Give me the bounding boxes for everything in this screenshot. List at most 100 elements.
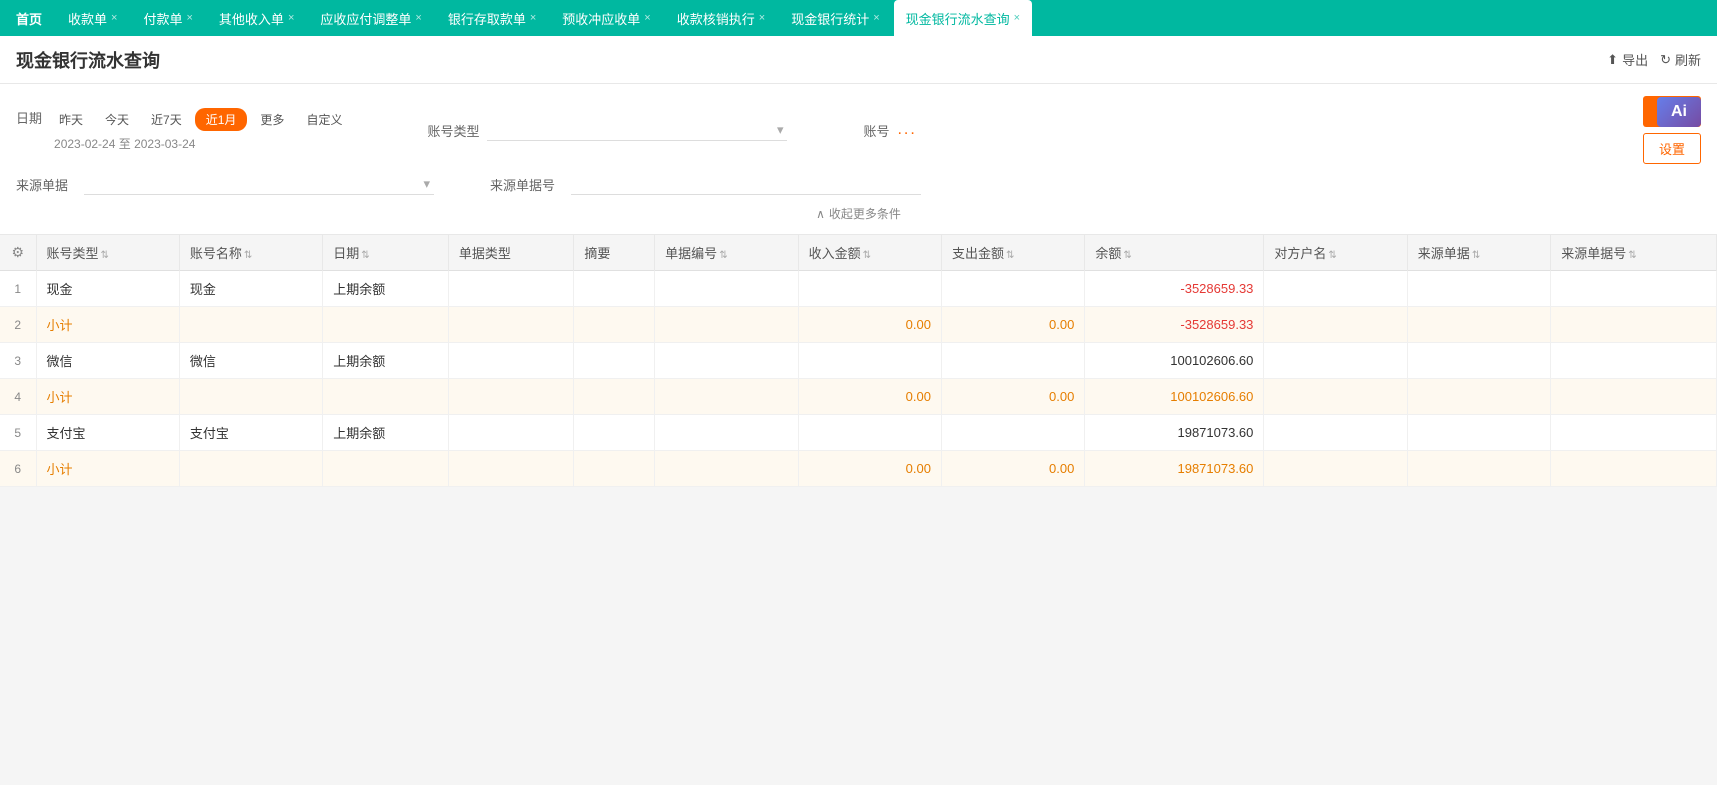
close-icon[interactable]: ×	[644, 12, 650, 24]
date-btn-7days[interactable]: 近7天	[142, 108, 191, 131]
close-icon[interactable]: ×	[186, 12, 192, 24]
sort-icon: ⇅	[361, 250, 369, 261]
table-row[interactable]: 4 小计 0.00 0.00 100102606.60	[0, 379, 1717, 415]
col-expense[interactable]: 支出金额⇅	[941, 235, 1084, 271]
cell-doc-no	[655, 379, 798, 415]
nav-tab-other-income[interactable]: 其他收入单 ×	[207, 0, 306, 36]
page-title: 现金银行流水查询	[16, 47, 160, 73]
cell-account-name	[179, 451, 322, 487]
account-type-label: 账号类型	[427, 121, 479, 140]
cell-balance: 100102606.60	[1085, 343, 1264, 379]
cell-summary	[574, 343, 655, 379]
cell-source-doc	[1407, 451, 1550, 487]
sort-icon: ⇅	[1123, 250, 1131, 261]
col-summary[interactable]: 摘要	[574, 235, 655, 271]
cell-doc-no	[655, 271, 798, 307]
col-counterpart[interactable]: 对方户名⇅	[1264, 235, 1407, 271]
sort-icon: ⇅	[863, 250, 871, 261]
sort-icon: ⇅	[1006, 250, 1014, 261]
cell-balance: -3528659.33	[1085, 307, 1264, 343]
col-doc-no[interactable]: 单据编号⇅	[655, 235, 798, 271]
col-balance[interactable]: 余额⇅	[1085, 235, 1264, 271]
nav-tab-shoukuan[interactable]: 收款单 ×	[56, 0, 129, 36]
table-row[interactable]: 1 现金 现金 上期余额 -3528659.33	[0, 271, 1717, 307]
close-icon[interactable]: ×	[759, 12, 765, 24]
date-btn-1month[interactable]: 近1月	[195, 108, 248, 131]
cell-doc-no	[655, 343, 798, 379]
close-icon[interactable]: ×	[530, 12, 536, 24]
cell-summary	[574, 271, 655, 307]
nav-tab-cashflow[interactable]: 现金银行流水查询 ×	[894, 0, 1032, 36]
cell-expense	[941, 343, 1084, 379]
cell-index: 6	[0, 451, 36, 487]
source-doc-no-input[interactable]	[571, 175, 921, 195]
chevron-down-icon: ▾	[777, 122, 784, 138]
cell-source-doc-no	[1551, 451, 1717, 487]
date-btn-more[interactable]: 更多	[251, 108, 293, 131]
col-source-doc[interactable]: 来源单据⇅	[1407, 235, 1550, 271]
nav-tab-verify[interactable]: 收款核销执行 ×	[665, 0, 777, 36]
col-settings[interactable]: ⚙	[0, 235, 36, 271]
cell-account-name: 现金	[179, 271, 322, 307]
col-doc-type[interactable]: 单据类型	[448, 235, 574, 271]
chevron-down-icon-2: ▾	[423, 176, 430, 192]
nav-tab-bank-deposit[interactable]: 银行存取款单 ×	[436, 0, 548, 36]
close-icon[interactable]: ×	[873, 12, 879, 24]
source-doc-select[interactable]: ▾	[84, 174, 434, 195]
nav-tab-prepay[interactable]: 预收冲应收单 ×	[550, 0, 662, 36]
close-icon[interactable]: ×	[111, 12, 117, 24]
date-btn-yesterday[interactable]: 昨天	[50, 108, 92, 131]
cell-source-doc	[1407, 379, 1550, 415]
cell-income	[798, 271, 941, 307]
settings-button[interactable]: 设置	[1643, 133, 1701, 164]
nav-tab-adjust[interactable]: 应收应付调整单 ×	[308, 0, 433, 36]
table-row[interactable]: 3 微信 微信 上期余额 100102606.60	[0, 343, 1717, 379]
refresh-icon: ↻	[1660, 52, 1671, 68]
close-icon[interactable]: ×	[415, 12, 421, 24]
col-account-name[interactable]: 账号名称⇅	[179, 235, 322, 271]
dots-button[interactable]: ...	[897, 121, 916, 139]
account-type-select[interactable]: ▾	[487, 120, 787, 141]
date-buttons: 昨天 今天 近7天 近1月 更多 自定义	[50, 108, 351, 131]
table-row[interactable]: 5 支付宝 支付宝 上期余额 19871073.60	[0, 415, 1717, 451]
cell-account-name: 支付宝	[179, 415, 322, 451]
gear-icon[interactable]: ⚙	[11, 244, 24, 260]
table-row[interactable]: 6 小计 0.00 0.00 19871073.60	[0, 451, 1717, 487]
cell-source-doc	[1407, 415, 1550, 451]
col-account-type[interactable]: 账号类型⇅	[36, 235, 179, 271]
export-button[interactable]: ⬆ 导出	[1607, 50, 1648, 69]
export-icon: ⬆	[1607, 52, 1618, 68]
filter-row-1: 日期 昨天 今天 近7天 近1月 更多 自定义 2023-02-24 至 202…	[16, 96, 1701, 164]
col-income[interactable]: 收入金额⇅	[798, 235, 941, 271]
refresh-button[interactable]: ↻ 刷新	[1660, 50, 1701, 69]
close-icon[interactable]: ×	[288, 12, 294, 24]
sort-icon: ⇅	[1328, 250, 1336, 261]
ai-badge[interactable]: Ai	[1657, 97, 1701, 127]
collapse-button[interactable]: ∧ 收起更多条件	[16, 205, 1701, 222]
cell-date: 上期余额	[323, 271, 449, 307]
date-btn-today[interactable]: 今天	[96, 108, 138, 131]
cell-income: 0.00	[798, 379, 941, 415]
cell-index: 2	[0, 307, 36, 343]
sort-icon: ⇅	[101, 250, 109, 261]
nav-home[interactable]: 首页	[4, 0, 54, 36]
nav-tab-fukuan[interactable]: 付款单 ×	[131, 0, 204, 36]
col-date[interactable]: 日期⇅	[323, 235, 449, 271]
sort-icon: ⇅	[1628, 250, 1636, 261]
cell-index: 4	[0, 379, 36, 415]
cell-source-doc	[1407, 271, 1550, 307]
col-source-doc-no[interactable]: 来源单据号⇅	[1551, 235, 1717, 271]
cell-income: 0.00	[798, 451, 941, 487]
table-header-row: ⚙ 账号类型⇅ 账号名称⇅ 日期⇅ 单据类型 摘要 单据编号⇅ 收入金额⇅ 支出…	[0, 235, 1717, 271]
page-header: 现金银行流水查询 ⬆ 导出 ↻ 刷新	[0, 36, 1717, 84]
cell-source-doc	[1407, 343, 1550, 379]
nav-tab-stats[interactable]: 现金银行统计 ×	[779, 0, 891, 36]
cell-doc-type	[448, 271, 574, 307]
table-row[interactable]: 2 小计 0.00 0.00 -3528659.33	[0, 307, 1717, 343]
cell-summary	[574, 451, 655, 487]
cell-counterpart	[1264, 343, 1407, 379]
date-btn-custom[interactable]: 自定义	[297, 108, 351, 131]
cell-source-doc-no	[1551, 415, 1717, 451]
cell-counterpart	[1264, 271, 1407, 307]
close-icon[interactable]: ×	[1014, 12, 1020, 24]
